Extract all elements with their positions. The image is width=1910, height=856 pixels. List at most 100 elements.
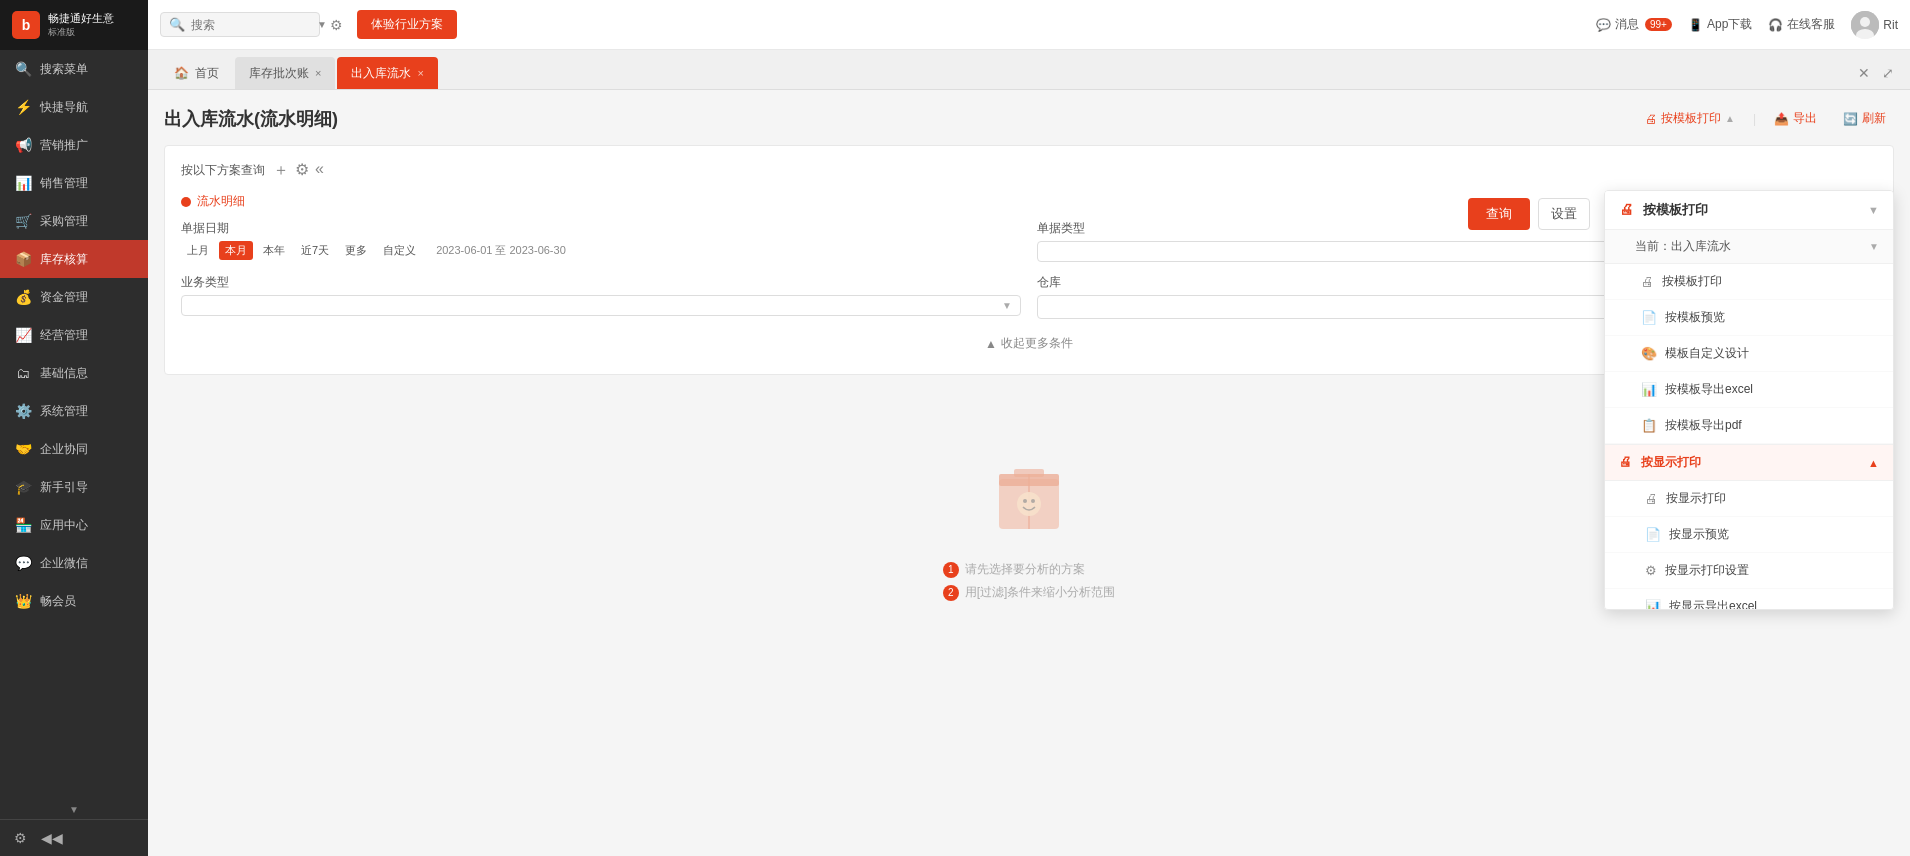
dp-template-pdf[interactable]: 📋 按模板导出pdf xyxy=(1605,408,1893,444)
sidebar-logo: b 畅捷通好生意 标准版 xyxy=(0,0,148,50)
sidebar-item-label: 经营管理 xyxy=(40,327,88,344)
tab-batch[interactable]: 库存批次账 × xyxy=(235,57,335,89)
dp-dpreview-label: 按显示预览 xyxy=(1669,526,1729,543)
sidebar-item-appstore[interactable]: 🏪 应用中心 xyxy=(0,506,148,544)
refresh-btn[interactable]: 🔄 刷新 xyxy=(1835,106,1894,131)
dp-display-print[interactable]: 🖨 按显示打印 xyxy=(1605,481,1893,517)
export-btn[interactable]: 📤 导出 xyxy=(1766,106,1825,131)
dp-section1-caret: ▼ xyxy=(1868,204,1879,216)
user-area[interactable]: Rit xyxy=(1851,11,1898,39)
dp-texcel-icon: 📊 xyxy=(1641,382,1657,397)
sidebar-item-shortcut[interactable]: ⚡ 快捷导航 xyxy=(0,88,148,126)
collapse-left-icon[interactable]: « xyxy=(315,160,324,181)
print-template-btn[interactable]: 🖨 按模板打印 ▲ xyxy=(1637,106,1743,131)
close-all-tabs-icon[interactable]: ✕ xyxy=(1854,63,1874,83)
sidebar-item-finance[interactable]: 💰 资金管理 xyxy=(0,278,148,316)
empty-step-2: 2 用[过滤]条件来缩小分析范围 xyxy=(943,584,1116,601)
sidebar-item-label: 快捷导航 xyxy=(40,99,88,116)
sidebar-item-system[interactable]: ⚙️ 系统管理 xyxy=(0,392,148,430)
sidebar-bottom: ⚙ ◀◀ xyxy=(0,819,148,856)
dp-template-preview[interactable]: 📄 按模板预览 xyxy=(1605,300,1893,336)
date-btn-last-month[interactable]: 上月 xyxy=(181,241,215,260)
operation-icon: 📈 xyxy=(14,326,32,344)
biz-type-select[interactable]: ▼ xyxy=(181,295,1021,316)
sidebar-item-label: 新手引导 xyxy=(40,479,88,496)
basic-icon: 🗂 xyxy=(14,364,32,382)
date-btn-more[interactable]: 更多 xyxy=(339,241,373,260)
sidebar-item-label: 搜索菜单 xyxy=(40,61,88,78)
tab-flow[interactable]: 出入库流水 × xyxy=(337,57,437,89)
enterprise-icon: 🤝 xyxy=(14,440,32,458)
dp-display-excel[interactable]: 📊 按显示导出excel xyxy=(1605,589,1893,610)
dp-dpreview-icon: 📄 xyxy=(1645,527,1661,542)
sidebar-item-purchase[interactable]: 🛒 采购管理 xyxy=(0,202,148,240)
date-btn-7days[interactable]: 近7天 xyxy=(295,241,335,260)
app-download-btn[interactable]: 📱 App下载 xyxy=(1688,16,1752,33)
svg-point-8 xyxy=(1023,499,1027,503)
dp-texcel-label: 按模板导出excel xyxy=(1665,381,1753,398)
tab-batch-close[interactable]: × xyxy=(315,67,321,79)
date-btn-custom[interactable]: 自定义 xyxy=(377,241,422,260)
logo-text-container: 畅捷通好生意 标准版 xyxy=(48,11,114,38)
dp-section1-header[interactable]: 🖨 按模板打印 ▼ xyxy=(1605,191,1893,230)
sidebar-nav: 🔍 搜索菜单 ⚡ 快捷导航 📢 营销推广 📊 销售管理 🛒 采购管理 📦 库存核… xyxy=(0,50,148,800)
dp-display-preview[interactable]: 📄 按显示预览 xyxy=(1605,517,1893,553)
dp-template-custom[interactable]: 🎨 模板自定义设计 xyxy=(1605,336,1893,372)
setup-button[interactable]: 设置 xyxy=(1538,198,1590,230)
date-btn-this-month[interactable]: 本月 xyxy=(219,241,253,260)
search-box[interactable]: 🔍 ▼ xyxy=(160,12,320,37)
shortcut-icon: ⚡ xyxy=(14,98,32,116)
message-label: 消息 xyxy=(1615,16,1639,33)
sidebar-item-basic[interactable]: 🗂 基础信息 xyxy=(0,354,148,392)
settings-bottom-icon[interactable]: ⚙ xyxy=(14,830,27,846)
dp-section2-caret: ▲ xyxy=(1868,457,1879,469)
sidebar-item-operation[interactable]: 📈 经营管理 xyxy=(0,316,148,354)
config-filter-icon[interactable]: ⚙ xyxy=(295,160,309,181)
date-btn-this-year[interactable]: 本年 xyxy=(257,241,291,260)
add-filter-icon[interactable]: ＋ xyxy=(273,160,289,181)
sidebar-item-member[interactable]: 👑 畅会员 xyxy=(0,582,148,620)
sidebar-item-label: 企业微信 xyxy=(40,555,88,572)
collapse-up-icon: ▲ xyxy=(985,337,997,351)
print-icon: 🖨 xyxy=(1645,112,1657,126)
tab-home-label: 首页 xyxy=(195,65,219,82)
dp-display-settings[interactable]: ⚙ 按显示打印设置 xyxy=(1605,553,1893,589)
filter-actions: ＋ ⚙ « xyxy=(273,160,324,181)
dp-tpreview-icon: 📄 xyxy=(1641,310,1657,325)
expand-tabs-icon[interactable]: ⤢ xyxy=(1878,63,1898,83)
sidebar-item-label: 采购管理 xyxy=(40,213,88,230)
tab-flow-close[interactable]: × xyxy=(417,67,423,79)
query-button[interactable]: 查询 xyxy=(1468,198,1530,230)
dp-section1-title: 按模板打印 xyxy=(1643,202,1708,217)
online-service-label: 在线客服 xyxy=(1787,16,1835,33)
tab-home[interactable]: 🏠 首页 xyxy=(160,57,233,89)
message-btn[interactable]: 💬 消息 99+ xyxy=(1596,16,1672,33)
sidebar-item-enterprise[interactable]: 🤝 企业协同 xyxy=(0,430,148,468)
gear-icon[interactable]: ⚙ xyxy=(330,17,343,33)
svg-rect-6 xyxy=(1014,469,1044,477)
step-2-num: 2 xyxy=(943,585,959,601)
search-input[interactable] xyxy=(191,18,311,32)
topbar-right: 💬 消息 99+ 📱 App下载 🎧 在线客服 xyxy=(1596,11,1898,39)
main-action-btns: 查询 设置 xyxy=(1468,198,1590,230)
dp-section2-header[interactable]: 🖨 按显示打印 ▲ xyxy=(1605,444,1893,481)
sidebar-item-wechat[interactable]: 💬 企业微信 xyxy=(0,544,148,582)
trial-btn[interactable]: 体验行业方案 xyxy=(357,10,457,39)
collapse-sidebar-icon[interactable]: ◀◀ xyxy=(41,830,63,846)
sidebar-item-inventory[interactable]: 📦 库存核算 xyxy=(0,240,148,278)
sidebar-scroll-down[interactable]: ▼ xyxy=(0,800,148,819)
biz-type-group: 业务类型 ▼ xyxy=(181,274,1021,316)
dp-template-print[interactable]: 🖨 按模板打印 xyxy=(1605,264,1893,300)
online-service-btn[interactable]: 🎧 在线客服 xyxy=(1768,16,1835,33)
sidebar-item-marketing[interactable]: 📢 营销推广 xyxy=(0,126,148,164)
date-filter-field: 上月 本月 本年 近7天 更多 自定义 2023-06-01 至 2023-06… xyxy=(181,241,1021,260)
sales-icon: 📊 xyxy=(14,174,32,192)
dp-current-row[interactable]: 当前：出入库流水 ▼ xyxy=(1605,230,1893,264)
sidebar-item-guide[interactable]: 🎓 新手引导 xyxy=(0,468,148,506)
sidebar: b 畅捷通好生意 标准版 🔍 搜索菜单 ⚡ 快捷导航 📢 营销推广 📊 销售管理… xyxy=(0,0,148,856)
sidebar-item-sales[interactable]: 📊 销售管理 xyxy=(0,164,148,202)
sidebar-item-search[interactable]: 🔍 搜索菜单 xyxy=(0,50,148,88)
dp-template-excel[interactable]: 📊 按模板导出excel xyxy=(1605,372,1893,408)
tab-batch-label: 库存批次账 xyxy=(249,65,309,82)
service-icon: 🎧 xyxy=(1768,18,1783,32)
